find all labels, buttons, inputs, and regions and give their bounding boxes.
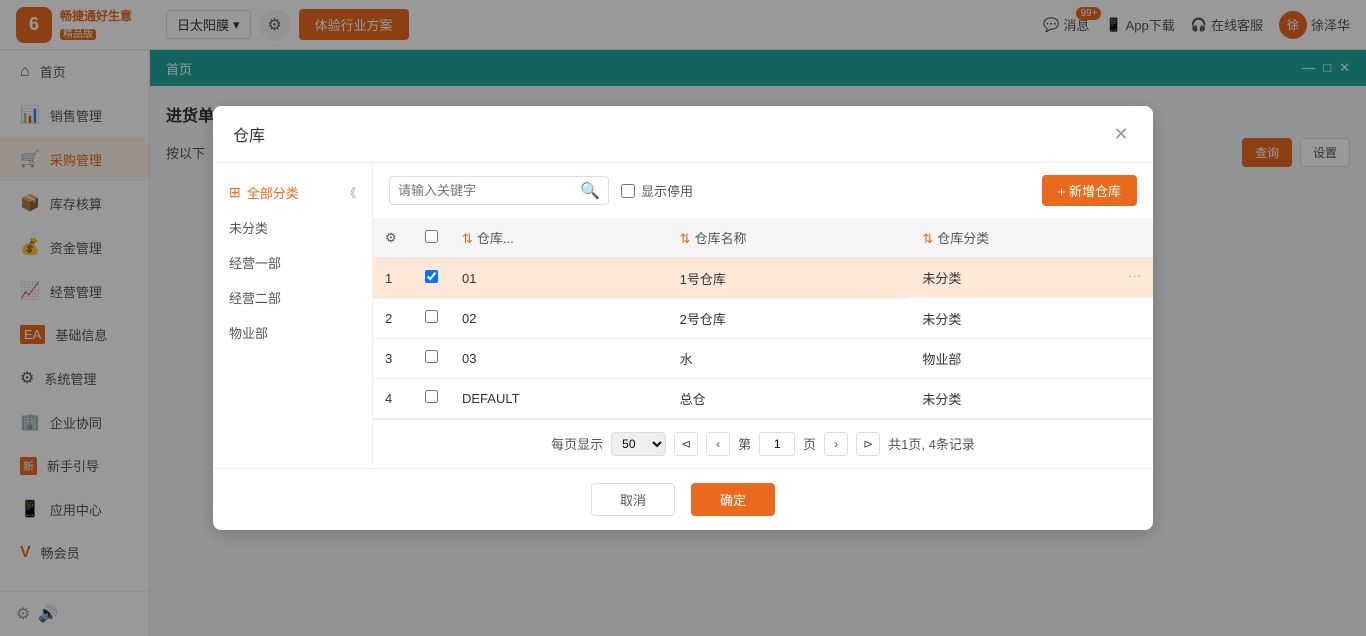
row-name: 2号仓库 — [668, 298, 911, 338]
total-label: 共1页, 4条记录 — [888, 434, 975, 453]
row-checkbox[interactable] — [425, 270, 438, 283]
prev-page-btn[interactable]: ‹ — [706, 432, 730, 456]
row-checkbox[interactable] — [425, 350, 438, 363]
row-name: 水 — [668, 338, 911, 378]
row-category: 未分类 — [910, 378, 1153, 418]
row-name: 总仓 — [668, 378, 911, 418]
dialog-close-btn[interactable]: ✕ — [1109, 122, 1133, 146]
first-page-btn[interactable]: ⊲ — [674, 432, 698, 456]
row-code: 02 — [450, 298, 668, 338]
pagination: 每页显示 50 100 ⊲ ‹ 第 页 › ⊳ 共1页, 4条记录 — [373, 419, 1153, 468]
dialog-body: ⊞ 全部分类 《 未分类 经营一部 经营二部 物业部 🔍 — [213, 163, 1153, 468]
select-all-checkbox[interactable] — [425, 230, 438, 243]
category-property[interactable]: 物业部 — [213, 315, 372, 350]
category-all[interactable]: ⊞ 全部分类 《 — [213, 175, 372, 210]
table-row[interactable]: 1 01 1号仓库 未分类··· — [373, 258, 1153, 299]
row-category: 未分类 — [910, 298, 1153, 338]
th-settings: ⚙ — [373, 218, 413, 258]
search-input[interactable] — [398, 177, 580, 204]
cancel-button[interactable]: 取消 — [591, 483, 675, 516]
show-disabled-checkbox[interactable] — [621, 184, 635, 198]
row-code: DEFAULT — [450, 378, 668, 418]
warehouse-table: ⚙ ⇅仓库... ⇅仓库名称 — [373, 218, 1153, 419]
last-page-btn[interactable]: ⊳ — [856, 432, 880, 456]
table-row[interactable]: 3 03 水 物业部 — [373, 338, 1153, 378]
category-ops1[interactable]: 经营一部 — [213, 245, 372, 280]
row-num: 2 — [373, 298, 413, 338]
row-num: 4 — [373, 378, 413, 418]
row-checkbox-cell — [413, 338, 450, 378]
category-all-label: 全部分类 — [247, 183, 299, 202]
modal-overlay: 仓库 ✕ ⊞ 全部分类 《 未分类 经营一部 经营二部 物业部 — [0, 0, 1366, 636]
row-num: 1 — [373, 258, 413, 299]
th-category: ⇅仓库分类 — [910, 218, 1153, 258]
per-page-label: 每页显示 — [551, 434, 603, 453]
row-code: 01 — [450, 258, 668, 299]
confirm-button[interactable]: 确定 — [691, 483, 775, 516]
search-input-wrap: 🔍 — [389, 176, 609, 205]
next-page-btn[interactable]: › — [824, 432, 848, 456]
grid-icon: ⊞ — [229, 184, 241, 201]
th-code: ⇅仓库... — [450, 218, 668, 258]
dialog-footer: 取消 确定 — [213, 468, 1153, 530]
page-suffix: 页 — [803, 434, 816, 453]
row-code: 03 — [450, 338, 668, 378]
table-row[interactable]: 2 02 2号仓库 未分类 — [373, 298, 1153, 338]
row-checkbox[interactable] — [425, 310, 438, 323]
category-panel: ⊞ 全部分类 《 未分类 经营一部 经营二部 物业部 — [213, 163, 373, 468]
row-checkbox-cell — [413, 258, 450, 299]
dialog-header: 仓库 ✕ — [213, 106, 1153, 163]
row-name: 1号仓库 — [668, 258, 911, 299]
search-icon[interactable]: 🔍 — [580, 181, 600, 201]
row-checkbox-cell — [413, 378, 450, 418]
th-name: ⇅仓库名称 — [668, 218, 911, 258]
table-row[interactable]: 4 DEFAULT 总仓 未分类 — [373, 378, 1153, 418]
row-checkbox-cell — [413, 298, 450, 338]
settings-icon: ⚙ — [385, 230, 397, 245]
row-actions[interactable]: ··· — [1128, 268, 1141, 287]
page-label: 第 — [738, 434, 751, 453]
sort-icon: ⇅ — [462, 231, 473, 246]
table-panel: 🔍 显示停用 + 新增仓库 ⚙ — [373, 163, 1153, 468]
add-warehouse-btn[interactable]: + 新增仓库 — [1042, 175, 1137, 206]
warehouse-dialog: 仓库 ✕ ⊞ 全部分类 《 未分类 经营一部 经营二部 物业部 — [213, 106, 1153, 530]
page-input[interactable] — [759, 432, 795, 456]
th-checkbox — [413, 218, 450, 258]
sort-icon-cat: ⇅ — [922, 231, 933, 246]
sort-icon-name: ⇅ — [680, 231, 691, 246]
row-checkbox[interactable] — [425, 390, 438, 403]
row-category: 未分类··· — [910, 258, 1153, 298]
per-page-select[interactable]: 50 100 — [611, 432, 666, 456]
search-bar: 🔍 显示停用 + 新增仓库 — [373, 163, 1153, 218]
row-category: 物业部 — [910, 338, 1153, 378]
row-num: 3 — [373, 338, 413, 378]
show-disabled-label: 显示停用 — [621, 181, 693, 200]
collapse-btn[interactable]: 《 — [344, 184, 356, 201]
dialog-title: 仓库 — [233, 122, 265, 146]
category-unclassified[interactable]: 未分类 — [213, 210, 372, 245]
category-ops2[interactable]: 经营二部 — [213, 280, 372, 315]
